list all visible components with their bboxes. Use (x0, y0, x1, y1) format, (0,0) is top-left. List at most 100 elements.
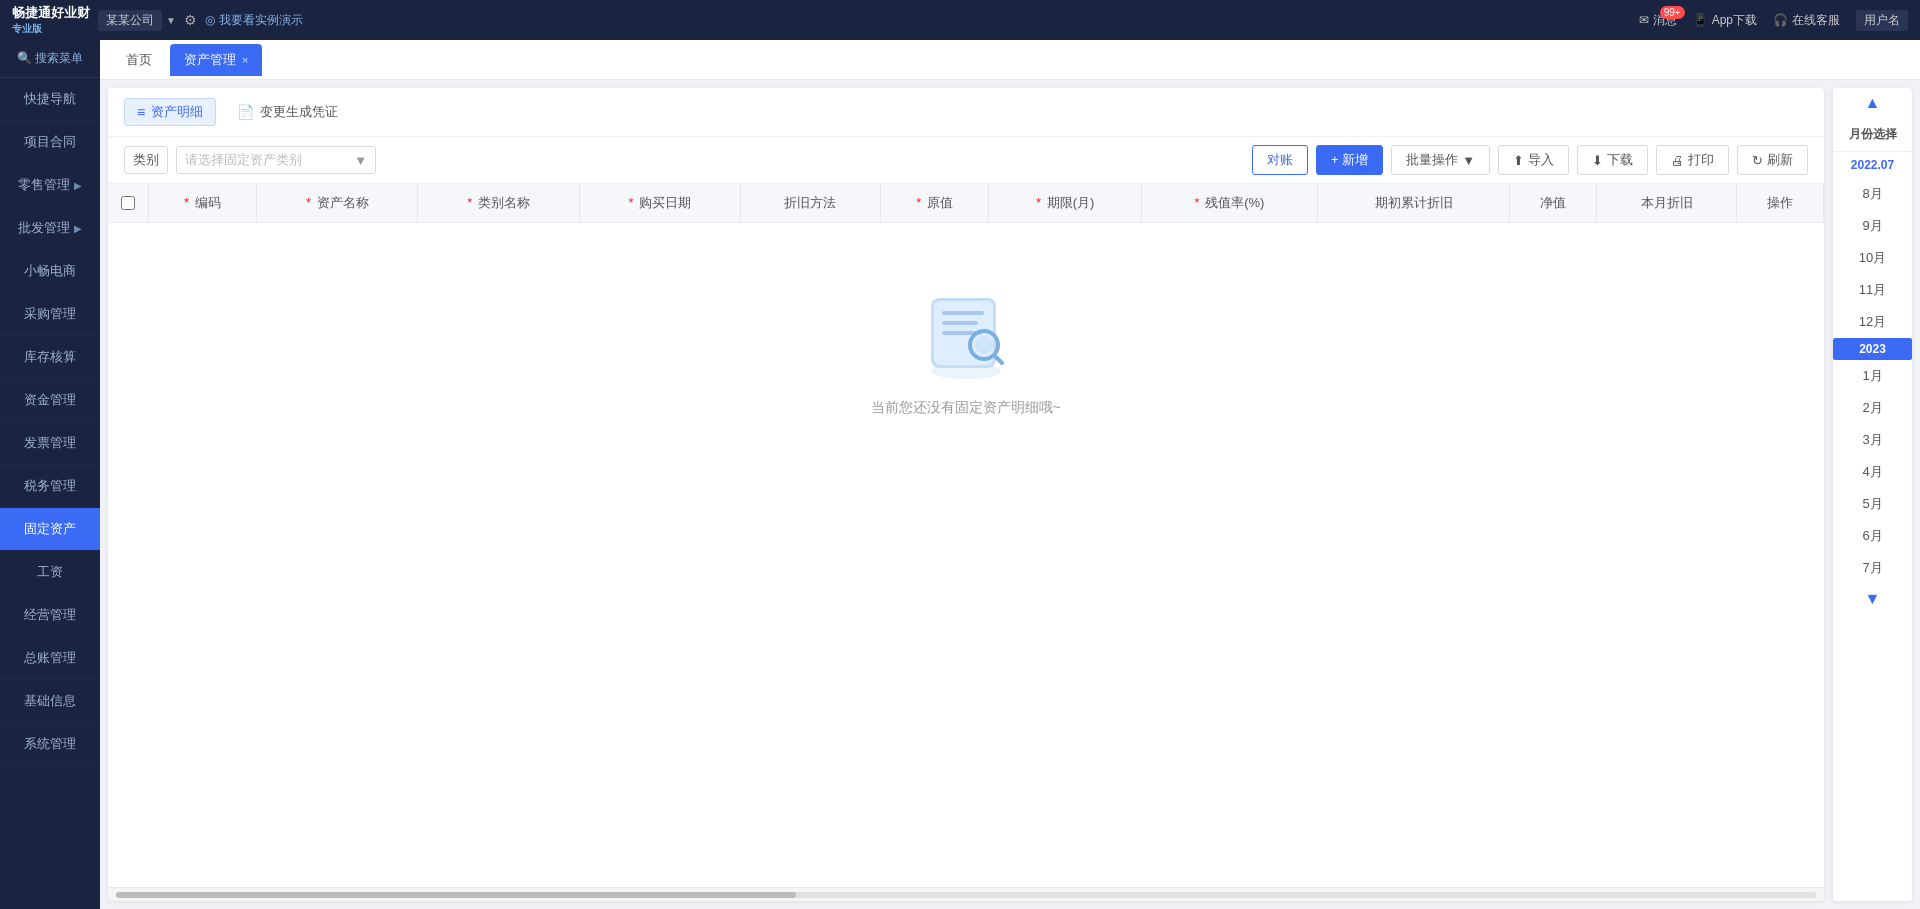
sidebar-item-fixed-assets[interactable]: 固定资产 (0, 508, 100, 551)
month-item-6[interactable]: 6月 (1833, 520, 1912, 552)
app-icon: 📱 (1693, 13, 1708, 27)
month-panel-title: 月份选择 (1833, 118, 1912, 152)
sidebar-item-ledger[interactable]: 总账管理 (0, 637, 100, 680)
topbar-right: ✉ 消息 99+ 📱 App下载 🎧 在线客服 用户名 (1639, 10, 1908, 31)
dropdown-icon: ▼ (354, 153, 367, 168)
batch-operation-button[interactable]: 批量操作 ▼ (1391, 145, 1490, 175)
month-item-4[interactable]: 4月 (1833, 456, 1912, 488)
sidebar-item-label: 工资 (37, 563, 63, 581)
sidebar-item-label: 项目合同 (24, 133, 76, 151)
table-checkbox-header[interactable] (108, 184, 148, 223)
category-filter-label[interactable]: 类别 (124, 146, 168, 174)
sidebar-item-label: 基础信息 (24, 692, 76, 710)
message-icon: ✉ (1639, 13, 1649, 27)
col-purchase-date: * 购买日期 (579, 184, 740, 223)
sidebar-quick-nav[interactable]: 快捷导航 (0, 78, 100, 121)
settings-icon[interactable]: ⚙ (184, 12, 197, 28)
headset-icon: 🎧 (1773, 13, 1788, 27)
arrow-icon: ▶ (74, 180, 82, 191)
col-category: * 类别名称 (418, 184, 579, 223)
empty-state: 当前您还没有固定资产明细哦~ (108, 223, 1824, 477)
sidebar-item-retail[interactable]: 零售管理 ▶ (0, 164, 100, 207)
main-wrapper: 🔍 搜索菜单 快捷导航 项目合同 零售管理 ▶ 批发管理 ▶ 小畅电商 采购管理… (0, 40, 1920, 909)
month-item-2[interactable]: 2月 (1833, 392, 1912, 424)
month-item-7[interactable]: 7月 (1833, 552, 1912, 584)
toolbar-left: 类别 请选择固定资产类别 ▼ (124, 146, 376, 174)
download-icon: ⬇ (1592, 153, 1603, 168)
sidebar-item-operations[interactable]: 经营管理 (0, 594, 100, 637)
sidebar-item-purchase[interactable]: 采购管理 (0, 293, 100, 336)
list-icon: ≡ (137, 104, 145, 120)
app-download-button[interactable]: 📱 App下载 (1693, 12, 1757, 29)
col-residual-rate: * 残值率(%) (1141, 184, 1317, 223)
tab-close-icon[interactable]: × (242, 54, 248, 66)
online-service-button[interactable]: 🎧 在线客服 (1773, 12, 1840, 29)
message-badge: 99+ (1660, 6, 1685, 19)
sub-tab-change-voucher[interactable]: 📄 变更生成凭证 (224, 98, 351, 126)
sidebar-item-inventory[interactable]: 库存核算 (0, 336, 100, 379)
sub-tabs: ≡ 资产明细 📄 变更生成凭证 (108, 88, 1824, 137)
scroll-thumb[interactable] (116, 892, 796, 898)
sidebar-item-label: 小畅电商 (24, 262, 76, 280)
sidebar-item-wholesale[interactable]: 批发管理 ▶ (0, 207, 100, 250)
refresh-icon: ↻ (1752, 153, 1763, 168)
col-operation: 操作 (1736, 184, 1823, 223)
sidebar-item-tax[interactable]: 税务管理 (0, 465, 100, 508)
download-button[interactable]: ⬇ 下载 (1577, 145, 1648, 175)
month-item-11[interactable]: 11月 (1833, 274, 1912, 306)
company-name: 某某公司 (98, 10, 162, 31)
year-2023-label[interactable]: 2023 (1833, 338, 1912, 360)
user-info[interactable]: 用户名 (1856, 10, 1908, 31)
print-button[interactable]: 🖨 打印 (1656, 145, 1729, 175)
arrow-icon: ▶ (74, 223, 82, 234)
sidebar-item-label: 发票管理 (24, 434, 76, 452)
col-original-value: * 原值 (880, 184, 989, 223)
col-net-value: 净值 (1510, 184, 1597, 223)
sidebar-item-ecommerce[interactable]: 小畅电商 (0, 250, 100, 293)
sidebar-item-invoice[interactable]: 发票管理 (0, 422, 100, 465)
col-name: * 资产名称 (257, 184, 418, 223)
refresh-button[interactable]: ↻ 刷新 (1737, 145, 1808, 175)
company-selector[interactable]: 某某公司 ▼ (98, 10, 176, 31)
message-button[interactable]: ✉ 消息 99+ (1639, 12, 1677, 29)
tab-home[interactable]: 首页 (112, 44, 166, 76)
asset-table: * 编码 * 资产名称 * 类别名称 (108, 184, 1824, 477)
import-button[interactable]: ⬆ 导入 (1498, 145, 1569, 175)
demo-icon: ◎ (205, 13, 215, 27)
tab-bar: 首页 资产管理 × (100, 40, 1920, 80)
sidebar-search[interactable]: 🔍 搜索菜单 (0, 40, 100, 78)
sidebar-item-project[interactable]: 项目合同 (0, 121, 100, 164)
sidebar-item-label: 固定资产 (24, 520, 76, 538)
reconcile-button[interactable]: 对账 (1252, 145, 1308, 175)
scroll-track[interactable] (116, 892, 1816, 898)
sidebar-item-salary[interactable]: 工资 (0, 551, 100, 594)
month-item-12[interactable]: 12月 (1833, 306, 1912, 338)
month-item-1[interactable]: 1月 (1833, 360, 1912, 392)
month-item-8[interactable]: 8月 (1833, 178, 1912, 210)
sidebar-item-system[interactable]: 系统管理 (0, 723, 100, 766)
sidebar-item-finance[interactable]: 资金管理 (0, 379, 100, 422)
month-item-3[interactable]: 3月 (1833, 424, 1912, 456)
month-nav-up: ▲ (1833, 88, 1912, 118)
bottom-scrollbar[interactable] (108, 887, 1824, 901)
sidebar-item-label: 采购管理 (24, 305, 76, 323)
tab-asset-management[interactable]: 资产管理 × (170, 44, 262, 76)
sub-tab-asset-detail[interactable]: ≡ 资产明细 (124, 98, 216, 126)
month-prev-button[interactable]: ▲ (1857, 92, 1889, 114)
toolbar-right: 对账 + 新增 批量操作 ▼ ⬆ 导入 (1252, 145, 1808, 175)
month-item-5[interactable]: 5月 (1833, 488, 1912, 520)
demo-link[interactable]: ◎ 我要看实例演示 (205, 12, 303, 29)
category-select[interactable]: 请选择固定资产类别 ▼ (176, 146, 376, 174)
add-button[interactable]: + 新增 (1316, 145, 1383, 175)
topbar: 畅捷通好业财 专业版 某某公司 ▼ ⚙ ◎ 我要看实例演示 ✉ 消息 99+ 📱… (0, 0, 1920, 40)
col-period: * 期限(月) (989, 184, 1142, 223)
month-next-button[interactable]: ▼ (1857, 588, 1889, 610)
col-method: 折旧方法 (741, 184, 881, 223)
sidebar-item-label: 总账管理 (24, 649, 76, 667)
sidebar-item-basic[interactable]: 基础信息 (0, 680, 100, 723)
select-all-checkbox[interactable] (121, 196, 135, 210)
search-icon: 🔍 (17, 51, 32, 65)
month-item-10[interactable]: 10月 (1833, 242, 1912, 274)
month-item-9[interactable]: 9月 (1833, 210, 1912, 242)
month-panel: ▲ 月份选择 2022.07 8月 9月 10月 11月 12月 2023 1月… (1832, 88, 1912, 901)
